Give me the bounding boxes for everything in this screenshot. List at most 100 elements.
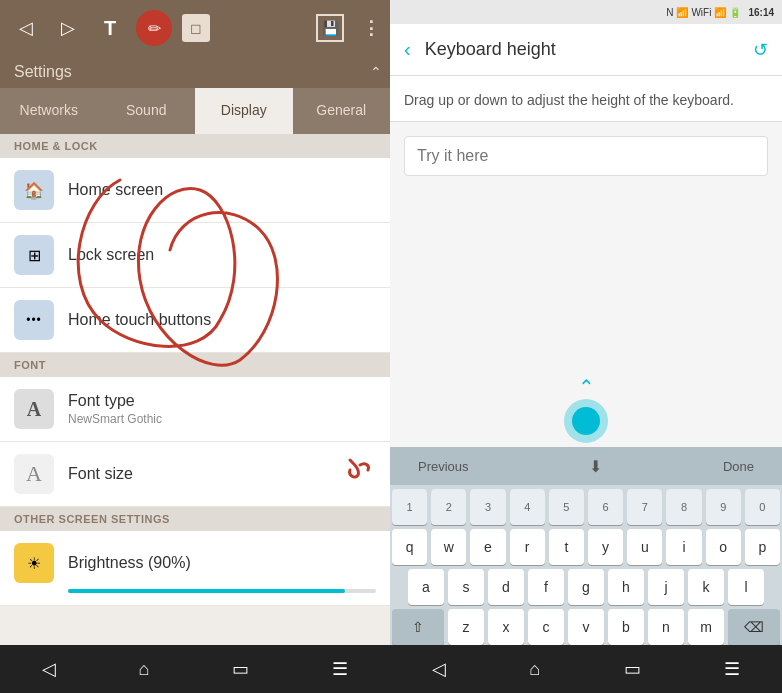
keyboard-toolbar: Previous ⬇ Done [390,447,782,485]
forward-icon[interactable]: ▷ [52,12,84,44]
sim-icon: 📶 [676,7,688,18]
shift-key[interactable]: ⇧ [392,609,444,645]
key-b[interactable]: b [608,609,644,645]
lock-screen-item[interactable]: ⊞ Lock screen [0,223,390,288]
try-here-input[interactable] [404,136,768,176]
status-bar: N 📶 WiFi 📶 🔋 16:14 [390,0,782,24]
key-2[interactable]: 2 [431,489,466,525]
bottom-bars: ◁ ⌂ ▭ ☰ ◁ ⌂ ▭ ☰ [0,645,782,693]
key-i[interactable]: i [666,529,701,565]
home-screen-icon: 🏠 [14,170,54,210]
wifi-icon: WiFi [691,7,711,18]
key-r[interactable]: r [510,529,545,565]
settings-header: Settings ⌃ [0,56,390,88]
key-q[interactable]: q [392,529,427,565]
nav-recent-left[interactable]: ▭ [232,658,249,680]
done-button[interactable]: Done [715,455,762,478]
chevron-up-icon: ⌃ [578,375,595,399]
drag-indicator[interactable]: ⌃ [564,375,608,443]
key-4[interactable]: 4 [510,489,545,525]
tab-general[interactable]: General [293,88,391,134]
pencil-icon[interactable]: ✏ [136,10,172,46]
nav-recent-right[interactable]: ▭ [624,658,641,680]
home-screen-item[interactable]: 🏠 Home screen [0,158,390,223]
key-t[interactable]: t [549,529,584,565]
key-g[interactable]: g [568,569,604,605]
nav-menu-right[interactable]: ☰ [724,658,740,680]
key-6[interactable]: 6 [588,489,623,525]
key-a[interactable]: a [408,569,444,605]
key-o[interactable]: o [706,529,741,565]
eraser-icon[interactable]: ◻ [182,14,210,42]
tab-display[interactable]: Display [195,88,293,134]
key-x[interactable]: x [488,609,524,645]
key-d[interactable]: d [488,569,524,605]
right-nav-bar: ◁ ⌂ ▭ ☰ [390,645,782,693]
key-s[interactable]: s [448,569,484,605]
nav-back-right[interactable]: ◁ [432,658,446,680]
keyboard-height-header: ‹ Keyboard height ↺ [390,24,782,76]
tab-networks[interactable]: Networks [0,88,98,134]
key-y[interactable]: y [588,529,623,565]
settings-chevron-icon: ⌃ [370,64,382,80]
key-3[interactable]: 3 [470,489,505,525]
nav-home-left[interactable]: ⌂ [139,659,150,680]
down-arrow-icon[interactable]: ⬇ [589,457,602,476]
qwerty-row: q w e r t y u i o p [392,529,780,565]
keyboard-instruction: Drag up or down to adjust the height of … [390,76,782,122]
battery-icon: 🔋 [729,7,741,18]
key-8[interactable]: 8 [666,489,701,525]
nfc-icon: N [666,7,673,18]
back-icon[interactable]: ◁ [10,12,42,44]
key-h[interactable]: h [608,569,644,605]
brightness-icon: ☀ [14,543,54,583]
nav-back-left[interactable]: ◁ [42,658,56,680]
font-type-sublabel: NewSmart Gothic [68,412,162,426]
key-z[interactable]: z [448,609,484,645]
asdf-row: a s d f g h j k l [392,569,780,605]
previous-button[interactable]: Previous [410,455,477,478]
key-v[interactable]: v [568,609,604,645]
key-u[interactable]: u [627,529,662,565]
brightness-item[interactable]: ☀ Brightness (90%) [0,531,390,606]
brightness-slider[interactable] [68,589,376,593]
font-size-item[interactable]: A Font size [0,442,390,507]
home-touch-label: Home touch buttons [68,311,211,329]
nav-menu-left[interactable]: ☰ [332,658,348,680]
key-j[interactable]: j [648,569,684,605]
tab-sound[interactable]: Sound [98,88,196,134]
key-0[interactable]: 0 [745,489,780,525]
settings-title-label: Settings [14,63,72,81]
font-type-item[interactable]: A Font type NewSmart Gothic [0,377,390,442]
key-c[interactable]: c [528,609,564,645]
text-icon[interactable]: T [94,12,126,44]
backspace-key[interactable]: ⌫ [728,609,780,645]
zxcv-row: ⇧ z x c v b n m ⌫ [392,609,780,645]
lock-screen-label: Lock screen [68,246,154,264]
refresh-button[interactable]: ↺ [753,39,768,61]
home-touch-item[interactable]: ••• Home touch buttons [0,288,390,353]
back-button[interactable]: ‹ [404,38,411,61]
key-5[interactable]: 5 [549,489,584,525]
brightness-fill [68,589,345,593]
more-icon[interactable]: ⋮ [362,17,380,39]
key-e[interactable]: e [470,529,505,565]
key-n[interactable]: n [648,609,684,645]
key-7[interactable]: 7 [627,489,662,525]
key-f[interactable]: f [528,569,564,605]
key-9[interactable]: 9 [706,489,741,525]
lock-screen-icon: ⊞ [14,235,54,275]
section-font: FONT [0,353,390,377]
font-type-label: Font type [68,392,162,410]
home-touch-icon: ••• [14,300,54,340]
key-p[interactable]: p [745,529,780,565]
key-m[interactable]: m [688,609,724,645]
nav-home-right[interactable]: ⌂ [529,659,540,680]
signal-icon: 📶 [714,7,726,18]
key-1[interactable]: 1 [392,489,427,525]
key-k[interactable]: k [688,569,724,605]
drag-circle[interactable] [564,399,608,443]
save-icon[interactable]: 💾 [316,14,344,42]
key-l[interactable]: l [728,569,764,605]
key-w[interactable]: w [431,529,466,565]
